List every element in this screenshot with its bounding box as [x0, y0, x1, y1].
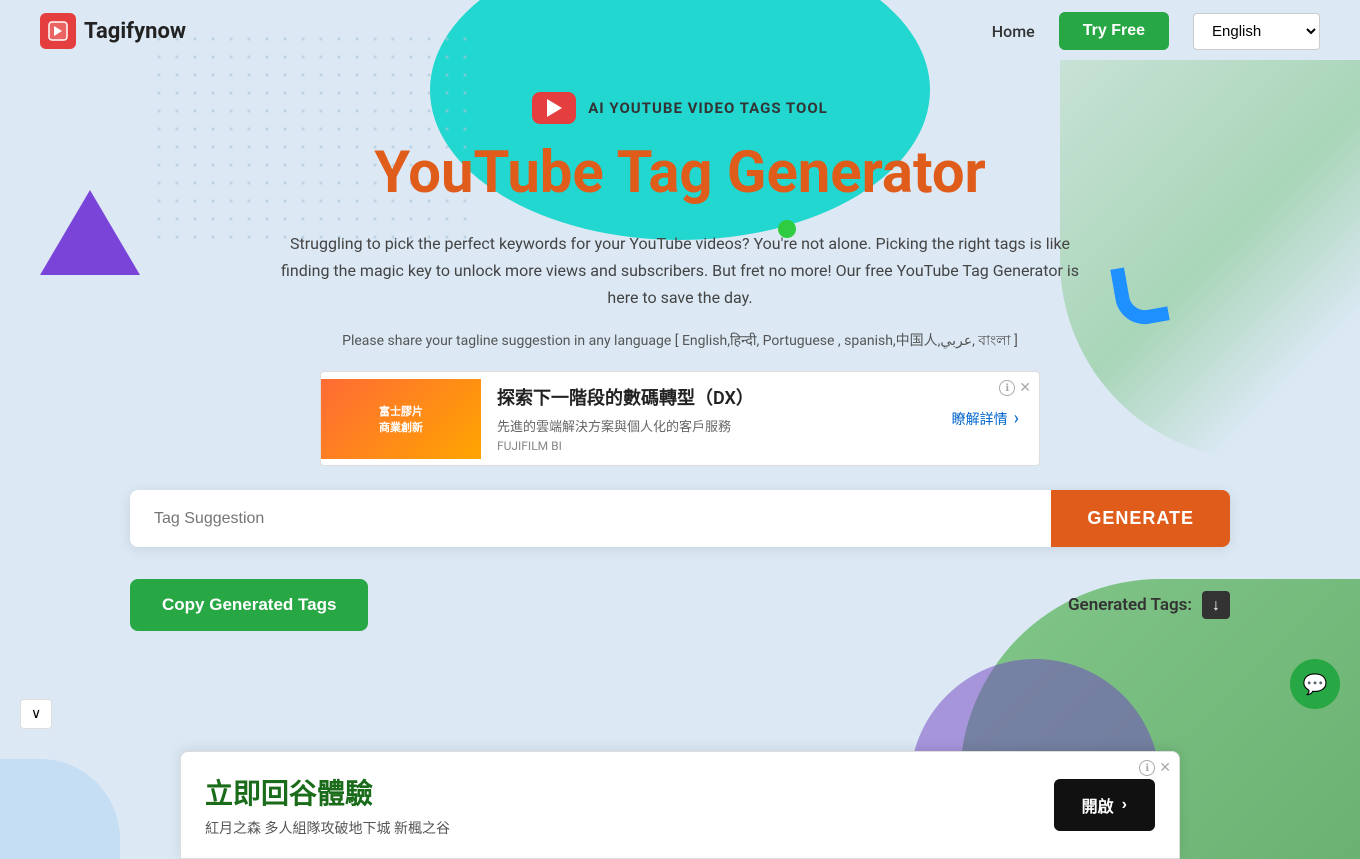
bottom-ad-text: 立即回谷體驗 紅月之森 多人組隊攻破地下城 新楓之谷: [205, 772, 1034, 838]
main-content: AI YOUTUBE VIDEO TAGS TOOL YouTube Tag G…: [0, 62, 1360, 631]
logo-icon: [40, 13, 76, 49]
try-free-button[interactable]: Try Free: [1059, 12, 1169, 50]
tag-suggestion-input[interactable]: [130, 490, 1051, 547]
scroll-chevron-icon: ∨: [31, 706, 41, 722]
top-ad-banner: 富士膠片商業創新 探索下一階段的數碼轉型（DX） 先進的雲端解決方案與個人化的客…: [320, 371, 1040, 466]
ad-title: 探索下一階段的數碼轉型（DX）: [497, 384, 916, 410]
nav-home-link[interactable]: Home: [992, 22, 1035, 41]
ad-subtitle: 先進的雲端解決方案與個人化的客戶服務: [497, 416, 916, 435]
input-area: GENERATE: [130, 490, 1230, 547]
bottom-ad-close-button[interactable]: ✕: [1159, 760, 1171, 776]
logo[interactable]: Tagifynow: [40, 13, 186, 49]
bottom-ad-info-icon[interactable]: ℹ: [1139, 760, 1155, 776]
ad-cta[interactable]: 瞭解詳情 ›: [932, 408, 1039, 429]
ad-info-icon[interactable]: ℹ: [999, 380, 1015, 396]
bottom-ad-banner: ℹ ✕ 立即回谷體驗 紅月之森 多人組隊攻破地下城 新楓之谷 開啟 ›: [180, 751, 1180, 859]
generate-button[interactable]: GENERATE: [1051, 490, 1230, 547]
ad-close-area: ℹ ✕: [999, 380, 1031, 396]
main-title: YouTube Tag Generator: [374, 142, 986, 206]
bottom-ad-cta-button[interactable]: 開啟 ›: [1054, 779, 1155, 831]
bottom-ad-cta-arrow: ›: [1122, 796, 1127, 814]
bottom-ad-title: 立即回谷體驗: [205, 772, 1034, 812]
down-arrow-icon: ↓: [1202, 591, 1230, 619]
language-select[interactable]: English Spanish Portuguese 中文: [1193, 13, 1320, 50]
scroll-indicator[interactable]: ∨: [20, 699, 52, 729]
generated-tags-text: Generated Tags:: [1068, 595, 1192, 615]
tool-label: AI YOUTUBE VIDEO TAGS TOOL: [532, 92, 828, 124]
action-row: Copy Generated Tags Generated Tags: ↓: [130, 579, 1230, 631]
generated-tags-label: Generated Tags: ↓: [1068, 591, 1230, 619]
bottom-ad-subtitle: 紅月之森 多人組隊攻破地下城 新楓之谷: [205, 818, 1034, 838]
ad-cta-arrow: ›: [1014, 408, 1019, 429]
hero-description: Struggling to pick the perfect keywords …: [270, 230, 1090, 312]
bottom-ad-cta-text: 開啟: [1082, 793, 1114, 817]
bottom-ad-close-area: ℹ ✕: [1139, 760, 1171, 776]
nav-right: Home Try Free English Spanish Portuguese…: [992, 12, 1320, 50]
ad-close-button[interactable]: ✕: [1019, 380, 1031, 396]
copy-generated-tags-button[interactable]: Copy Generated Tags: [130, 579, 368, 631]
ad-cta-text: 瞭解詳情: [952, 409, 1008, 429]
header: Tagifynow Home Try Free English Spanish …: [0, 0, 1360, 62]
ad-brand: FUJIFILM BI: [497, 439, 916, 453]
ad-image: 富士膠片商業創新: [321, 379, 481, 459]
chat-bubble-button[interactable]: 💬: [1290, 659, 1340, 709]
ad-content: 探索下一階段的數碼轉型（DX） 先進的雲端解決方案與個人化的客戶服務 FUJIF…: [481, 372, 932, 465]
chat-icon: 💬: [1303, 672, 1328, 696]
language-note: Please share your tagline suggestion in …: [342, 329, 1018, 353]
bg-bottom-light: [0, 759, 120, 859]
logo-text: Tagifynow: [84, 19, 186, 44]
tool-label-text: AI YOUTUBE VIDEO TAGS TOOL: [588, 99, 828, 117]
youtube-icon: [532, 92, 576, 124]
